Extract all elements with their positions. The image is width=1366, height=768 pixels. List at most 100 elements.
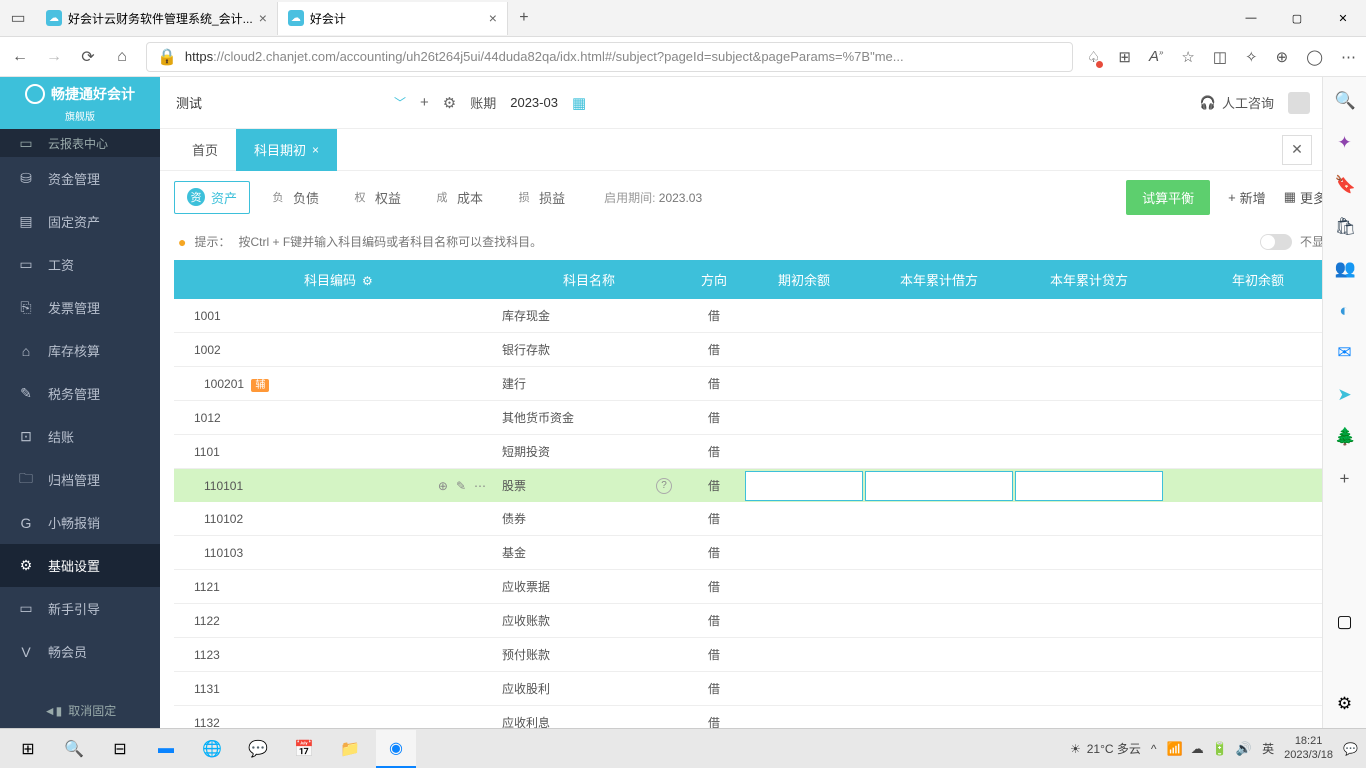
help-icon[interactable]: ? (656, 478, 672, 494)
sidebar-item-8[interactable]: 🗀归档管理 (0, 458, 160, 501)
browser-tab-2[interactable]: ☁ 好会计 × (278, 2, 508, 35)
help-button[interactable]: 🎧 人工咨询 (1200, 93, 1274, 112)
more-icon[interactable]: ⋯ (474, 479, 486, 493)
settings-edge-icon[interactable]: ⚙ (1335, 694, 1355, 714)
explorer-icon[interactable]: 📁 (330, 730, 370, 768)
opening-cell[interactable] (744, 469, 864, 503)
send-icon[interactable]: ➤ (1335, 385, 1355, 405)
add-company-button[interactable]: + (420, 94, 429, 111)
menu-icon[interactable]: ⋯ (1341, 48, 1356, 66)
app-calendar[interactable]: 📅 (284, 730, 324, 768)
task-view[interactable]: ⊟ (100, 730, 140, 768)
avatar[interactable] (1288, 92, 1310, 114)
sidebar-item-2[interactable]: ▤固定资产 (0, 200, 160, 243)
table-row[interactable]: 1123 预付账款 借 (174, 638, 1352, 672)
outlook-icon[interactable]: ✉ (1335, 343, 1355, 363)
search-taskbar[interactable]: 🔍 (54, 730, 94, 768)
wechat-icon[interactable]: 💬 (238, 730, 278, 768)
favorites-icon[interactable]: ☆ (1181, 48, 1194, 66)
table-row[interactable]: 1002 银行存款 借 (174, 333, 1352, 367)
sidebar-item-11[interactable]: ▭新手引导 (0, 587, 160, 630)
minimize-button[interactable]: — (1228, 0, 1274, 37)
sidebar-item-5[interactable]: ⌂库存核算 (0, 329, 160, 372)
sidebar-item-6[interactable]: ✎税务管理 (0, 372, 160, 415)
category-tab-3[interactable]: 成成本 (420, 181, 496, 214)
new-tab-button[interactable]: + (508, 9, 540, 27)
table-row[interactable]: 1131 应收股利 借 (174, 672, 1352, 706)
app-1[interactable]: ▬ (146, 730, 186, 768)
sidebar-item-1[interactable]: ⛁资金管理 (0, 157, 160, 200)
category-tab-2[interactable]: 权权益 (338, 181, 414, 214)
page-tab-1[interactable]: 科目期初× (236, 129, 337, 171)
trial-balance-button[interactable]: 试算平衡 (1126, 180, 1210, 215)
start-button[interactable]: ⊞ (8, 730, 48, 768)
edge-icon[interactable]: ◐ (1335, 301, 1355, 321)
sidebar-item-9[interactable]: G小畅报销 (0, 501, 160, 544)
downloads-icon[interactable]: ⊕ (1276, 48, 1289, 66)
back-button[interactable]: ← (10, 48, 30, 66)
table-row[interactable]: 110103 基金 借 (174, 536, 1352, 570)
company-selector[interactable]: 测试 ﹀ (176, 93, 406, 112)
gear-icon[interactable]: ⚙ (362, 274, 373, 288)
chrome-icon[interactable]: 🌐 (192, 730, 232, 768)
sidebar-item-12[interactable]: V畅会员 (0, 630, 160, 673)
table-row[interactable]: 1012 其他货币资金 借 (174, 401, 1352, 435)
calendar-icon[interactable]: ▦ (572, 94, 586, 112)
notifications-tray[interactable]: 💬 (1343, 742, 1358, 756)
notifications-icon[interactable]: ♤ (1087, 48, 1100, 66)
table-row[interactable]: 100201 辅 建行 借 (174, 367, 1352, 401)
table-row[interactable]: 1121 应收票据 借 (174, 570, 1352, 604)
table-row[interactable]: 1101 短期投资 借 (174, 435, 1352, 469)
read-aloud-icon[interactable]: A» (1149, 48, 1163, 65)
address-bar[interactable]: 🔒 https://cloud2.chanjet.com/accounting/… (146, 42, 1073, 72)
extensions-icon[interactable]: ⊞ (1118, 48, 1131, 66)
workspace-button[interactable]: ▭ (0, 0, 36, 37)
sidebar-item-10[interactable]: ⚙基础设置 (0, 544, 160, 587)
add-button[interactable]: + 新增 (1228, 188, 1266, 207)
edit-icon[interactable]: ✎ (456, 479, 466, 493)
tag-icon[interactable]: 🔖 (1335, 175, 1355, 195)
category-tab-0[interactable]: 资资产 (174, 181, 250, 214)
sidebar-item-7[interactable]: ⊡结账 (0, 415, 160, 458)
sidebar-item-0[interactable]: ▭云报表中心 (0, 129, 160, 157)
sound-icon[interactable]: 🔊 (1236, 741, 1252, 757)
table-row[interactable]: 1132 应收利息 借 (174, 706, 1352, 729)
edge-taskbar-icon[interactable]: ◉ (376, 730, 416, 768)
toggle-hide-disabled[interactable] (1260, 234, 1292, 250)
plus-icon[interactable]: + (1335, 469, 1355, 489)
pin-toggle[interactable]: ◄▮ 取消固定 (0, 693, 160, 728)
people-icon[interactable]: 👥 (1335, 259, 1355, 279)
split-icon[interactable]: ◫ (1213, 48, 1227, 66)
ime-indicator[interactable]: 英 (1262, 740, 1274, 757)
credit-cell[interactable] (1014, 469, 1164, 503)
star-icon[interactable]: ✦ (1335, 133, 1355, 153)
sidebar-item-4[interactable]: ⎘发票管理 (0, 286, 160, 329)
table-row[interactable]: 1001 库存现金 借 (174, 299, 1352, 333)
close-icon[interactable]: × (312, 143, 319, 157)
debit-cell[interactable] (864, 469, 1014, 503)
tray-chevron[interactable]: ^ (1151, 742, 1157, 756)
clock[interactable]: 18:21 2023/3/18 (1284, 735, 1333, 761)
close-all-button[interactable]: ✕ (1282, 135, 1312, 165)
close-icon[interactable]: × (259, 10, 267, 26)
battery-icon[interactable]: 🔋 (1212, 741, 1228, 757)
settings-icon[interactable]: ⚙ (443, 94, 456, 112)
close-window-button[interactable]: ✕ (1320, 0, 1366, 37)
forward-button[interactable]: → (44, 48, 64, 66)
close-icon[interactable]: × (489, 10, 497, 26)
category-tab-1[interactable]: 负负债 (256, 181, 332, 214)
home-button[interactable]: ⌂ (112, 48, 132, 66)
table-row[interactable]: 110102 债券 借 (174, 502, 1352, 536)
browser-tab-1[interactable]: ☁ 好会计云财务软件管理系统_会计... × (36, 2, 278, 35)
page-tab-0[interactable]: 首页 (174, 129, 236, 171)
table-row[interactable]: 110101 ⊕✎⋯ 股票? 借 (174, 469, 1352, 503)
wifi-icon[interactable]: 📶 (1167, 741, 1183, 757)
refresh-button[interactable]: ⟳ (78, 47, 98, 67)
sidebar-item-3[interactable]: ▭工资 (0, 243, 160, 286)
shopping-icon[interactable]: 🛍 (1335, 217, 1355, 237)
profile-icon[interactable]: ◯ (1306, 48, 1323, 66)
table-row[interactable]: 1122 应收账款 借 (174, 604, 1352, 638)
collections-icon[interactable]: ✧ (1245, 48, 1258, 66)
maximize-button[interactable]: ▢ (1274, 0, 1320, 37)
add-icon[interactable]: ⊕ (438, 479, 448, 493)
